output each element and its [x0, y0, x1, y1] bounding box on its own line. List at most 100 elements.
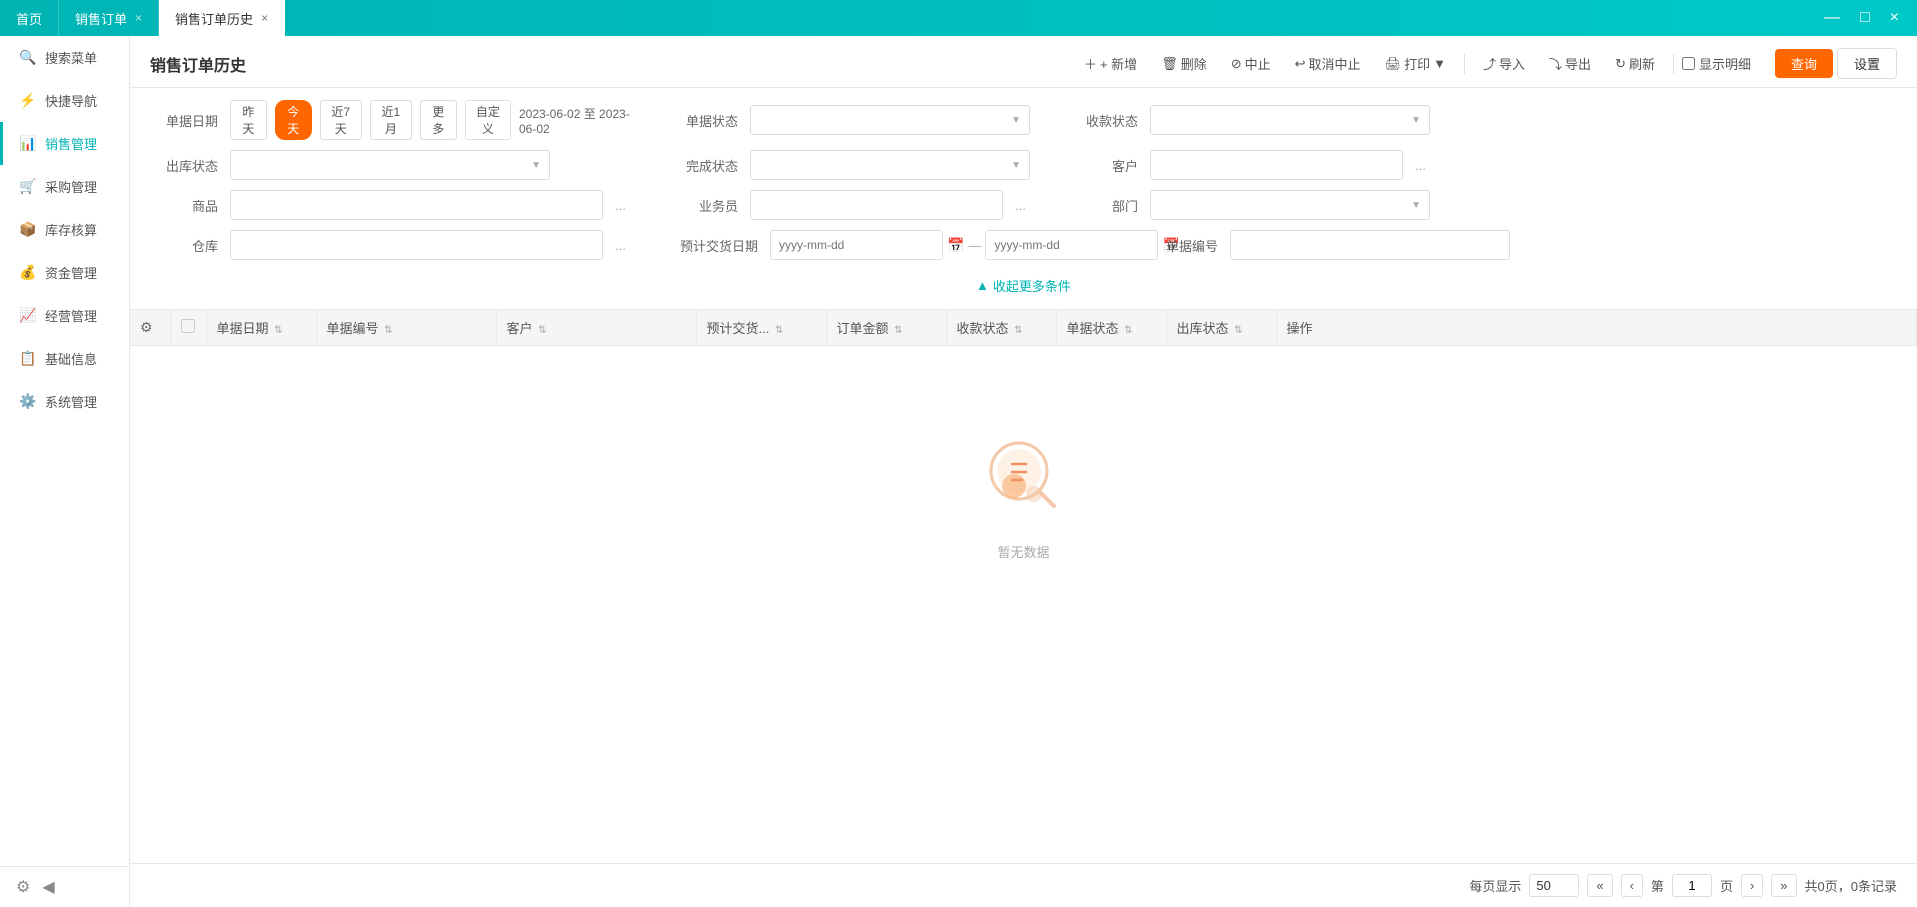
th-delivery-date[interactable]: 预计交货... ⇅ — [696, 310, 826, 346]
toolbar-delete-btn[interactable]: 🗑 删除 — [1151, 49, 1217, 78]
goods-dots[interactable]: ... — [611, 198, 630, 213]
toolbar-new-btn[interactable]: ＋ + 新增 — [1074, 49, 1147, 78]
delivery-from-input[interactable] — [770, 230, 943, 260]
th-amount-label: 订单金额 — [837, 321, 889, 336]
th-amount[interactable]: 订单金额 ⇅ — [826, 310, 946, 346]
sidebar-item-purchase-mgmt[interactable]: 🛒 采购管理 — [0, 165, 129, 208]
tab-sales-order-close[interactable]: × — [135, 11, 142, 25]
last-page-btn[interactable]: » — [1771, 874, 1796, 897]
date-btn-7days[interactable]: 近7天 — [320, 100, 362, 140]
complete-select-arrow: ▼ — [1011, 160, 1021, 171]
toolbar-refresh-btn[interactable]: ↻ 刷新 — [1605, 49, 1665, 78]
delivery-from-calendar-icon[interactable]: 📅 — [947, 237, 964, 254]
complete-select[interactable]: ▼ — [750, 150, 1030, 180]
th-outbound-status[interactable]: 出库状态 ⇅ — [1166, 310, 1276, 346]
tab-sales-order-history[interactable]: 销售订单历史 × — [159, 0, 285, 36]
order-no-input[interactable] — [1230, 230, 1510, 260]
filter-area: 单据日期 昨天 今天 近7天 近1月 更多 自定义 2023-06-02 至 2… — [130, 88, 1917, 310]
page-size-select[interactable]: 50 10 20 100 — [1529, 874, 1579, 897]
query-btn[interactable]: 查询 — [1775, 49, 1833, 78]
sidebar-item-sales-mgmt[interactable]: 📊 销售管理 — [0, 122, 129, 165]
date-btn-today[interactable]: 今天 — [275, 100, 312, 140]
sidebar-item-capital-mgmt-label: 资金管理 — [45, 263, 97, 282]
date-btn-more[interactable]: 更多 — [420, 100, 457, 140]
customer-input[interactable] — [1150, 150, 1403, 180]
page-size-wrap: 50 10 20 100 — [1529, 874, 1579, 897]
date-label: 单据日期 — [150, 111, 230, 130]
window-maximize[interactable]: □ — [1854, 7, 1876, 29]
salesperson-input[interactable] — [750, 190, 1003, 220]
page-input[interactable] — [1672, 874, 1712, 897]
sidebar-item-search-menu[interactable]: 🔍 搜索菜单 — [0, 36, 129, 79]
toolbar-suspend-btn[interactable]: ⊘ 中止 — [1221, 49, 1281, 78]
th-date[interactable]: 单据日期 ⇅ — [206, 310, 316, 346]
display-detail-checkbox-wrap: 显示明细 — [1682, 54, 1751, 73]
toolbar-export-btn[interactable]: ⤵ 导出 — [1539, 49, 1601, 78]
tab-sales-order-history-close[interactable]: × — [261, 11, 268, 25]
toolbar-import-label: 导入 — [1499, 54, 1525, 73]
dept-select[interactable]: ▼ — [1150, 190, 1430, 220]
toolbar-new-label: + 新增 — [1100, 54, 1137, 73]
warehouse-input[interactable] — [230, 230, 603, 260]
th-customer[interactable]: 客户 ⇅ — [496, 310, 696, 346]
sidebar-item-system-mgmt[interactable]: ⚙️ 系统管理 — [0, 380, 129, 423]
warehouse-dots[interactable]: ... — [611, 238, 630, 253]
customer-control: ... — [1150, 150, 1430, 180]
goods-label: 商品 — [150, 196, 230, 215]
toolbar-export-label: 导出 — [1565, 54, 1591, 73]
outbound-select[interactable]: ▼ — [230, 150, 550, 180]
toolbar-import-btn[interactable]: ⤴ 导入 — [1473, 49, 1535, 78]
tab-home[interactable]: 首页 — [0, 0, 59, 36]
settings-btn-label: 设置 — [1854, 57, 1880, 72]
page-header: 销售订单历史 ＋ + 新增 🗑 删除 ⊘ 中止 ↩ — [130, 36, 1917, 88]
dept-control: ▼ — [1150, 190, 1430, 220]
sidebar-item-sales-mgmt-label: 销售管理 — [45, 134, 97, 153]
sidebar-item-capital-mgmt[interactable]: 💰 资金管理 — [0, 251, 129, 294]
window-minimize[interactable]: — — [1818, 7, 1846, 29]
display-detail-checkbox[interactable] — [1682, 57, 1695, 70]
toolbar-print-btn[interactable]: 🖨 打印 ▼ — [1375, 49, 1456, 78]
toolbar-cancel-suspend-label: 取消中止 — [1309, 54, 1361, 73]
toolbar-cancel-suspend-btn[interactable]: ↩ 取消中止 — [1285, 49, 1371, 78]
salesperson-label: 业务员 — [670, 196, 750, 215]
query-btn-label: 查询 — [1791, 57, 1817, 72]
th-no[interactable]: 单据编号 ⇅ — [316, 310, 496, 346]
select-all-checkbox[interactable] — [181, 319, 195, 333]
date-btn-yesterday[interactable]: 昨天 — [230, 100, 267, 140]
date-btn-custom[interactable]: 自定义 — [465, 100, 511, 140]
date-btn-1month[interactable]: 近1月 — [370, 100, 412, 140]
th-order-status[interactable]: 单据状态 ⇅ — [1056, 310, 1166, 346]
first-page-btn[interactable]: « — [1587, 874, 1612, 897]
sidebar-item-quick-nav[interactable]: ⚡ 快捷导航 — [0, 79, 129, 122]
sidebar-item-operations[interactable]: 📈 经营管理 — [0, 294, 129, 337]
delivery-to-input[interactable] — [985, 230, 1158, 260]
prev-page-btn[interactable]: ‹ — [1621, 874, 1643, 897]
sidebar-item-basic-info[interactable]: 📋 基础信息 — [0, 337, 129, 380]
th-customer-label: 客户 — [507, 321, 533, 336]
customer-dots[interactable]: ... — [1411, 158, 1430, 173]
th-outbound-status-sort: ⇅ — [1234, 325, 1242, 336]
date-separator: — — [968, 238, 981, 253]
outbound-label: 出库状态 — [150, 156, 230, 175]
tab-home-label: 首页 — [16, 9, 42, 28]
goods-input[interactable] — [230, 190, 603, 220]
salesperson-dots[interactable]: ... — [1011, 198, 1030, 213]
table-settings-icon[interactable]: ⚙ — [140, 319, 153, 335]
sidebar-collapse-icon[interactable]: ◀ — [42, 877, 54, 897]
status-select[interactable]: ▼ — [750, 105, 1030, 135]
tab-sales-order[interactable]: 销售订单 × — [59, 0, 159, 36]
window-close[interactable]: × — [1884, 7, 1905, 29]
th-receipt-status-label: 收款状态 — [957, 321, 1009, 336]
next-page-btn[interactable]: › — [1741, 874, 1763, 897]
collapse-row[interactable]: ▲ 收起更多条件 — [150, 270, 1897, 297]
complete-label: 完成状态 — [670, 156, 750, 175]
goods-control: ... — [230, 190, 630, 220]
page-word-pre: 第 — [1651, 876, 1664, 895]
pagination-bar: 每页显示 50 10 20 100 « ‹ 第 页 — [130, 863, 1917, 907]
receipt-status-select-arrow: ▼ — [1411, 115, 1421, 126]
settings-btn[interactable]: 设置 — [1837, 48, 1897, 79]
receipt-status-select[interactable]: ▼ — [1150, 105, 1430, 135]
th-receipt-status[interactable]: 收款状态 ⇅ — [946, 310, 1056, 346]
sidebar-settings-icon[interactable]: ⚙ — [16, 877, 30, 897]
sidebar-item-inventory[interactable]: 📦 库存核算 — [0, 208, 129, 251]
